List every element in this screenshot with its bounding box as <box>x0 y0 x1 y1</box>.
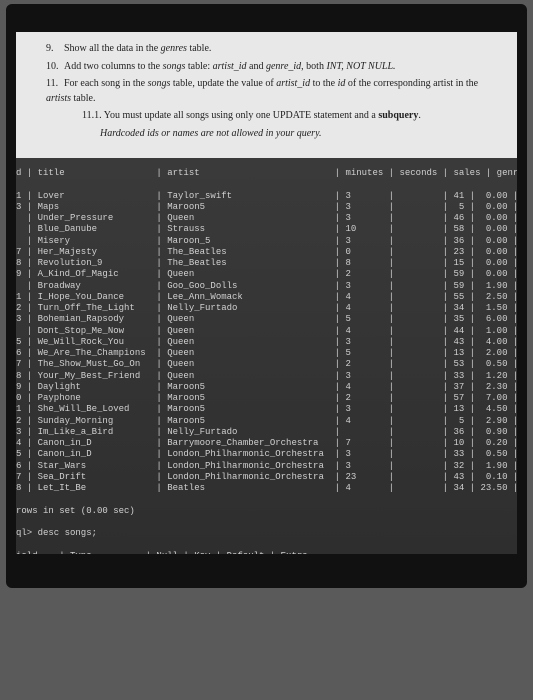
question-9: 9.Show all the data in the genres table. <box>46 42 499 57</box>
q-num: 9. <box>46 42 64 57</box>
question-page: 9.Show all the data in the genres table.… <box>16 32 517 158</box>
terminal-area: d | title | artist | minutes | seconds |… <box>16 158 517 588</box>
question-11: 11.For each song in the songs table, upd… <box>46 77 499 106</box>
question-10: 10.Add two columns to the songs table: a… <box>46 60 499 75</box>
q-num: 10. <box>46 60 64 75</box>
terminal-output: d | title | artist | minutes | seconds |… <box>16 158 517 588</box>
q-num: 11. <box>46 77 64 92</box>
question-11-1: 11.1. You must update all songs using on… <box>46 109 499 124</box>
q-num: 11.1. <box>82 110 102 121</box>
monitor-screen: 9.Show all the data in the genres table.… <box>6 4 527 588</box>
question-11-1-note: Hardcoded ids or names are not allowed i… <box>46 127 499 142</box>
